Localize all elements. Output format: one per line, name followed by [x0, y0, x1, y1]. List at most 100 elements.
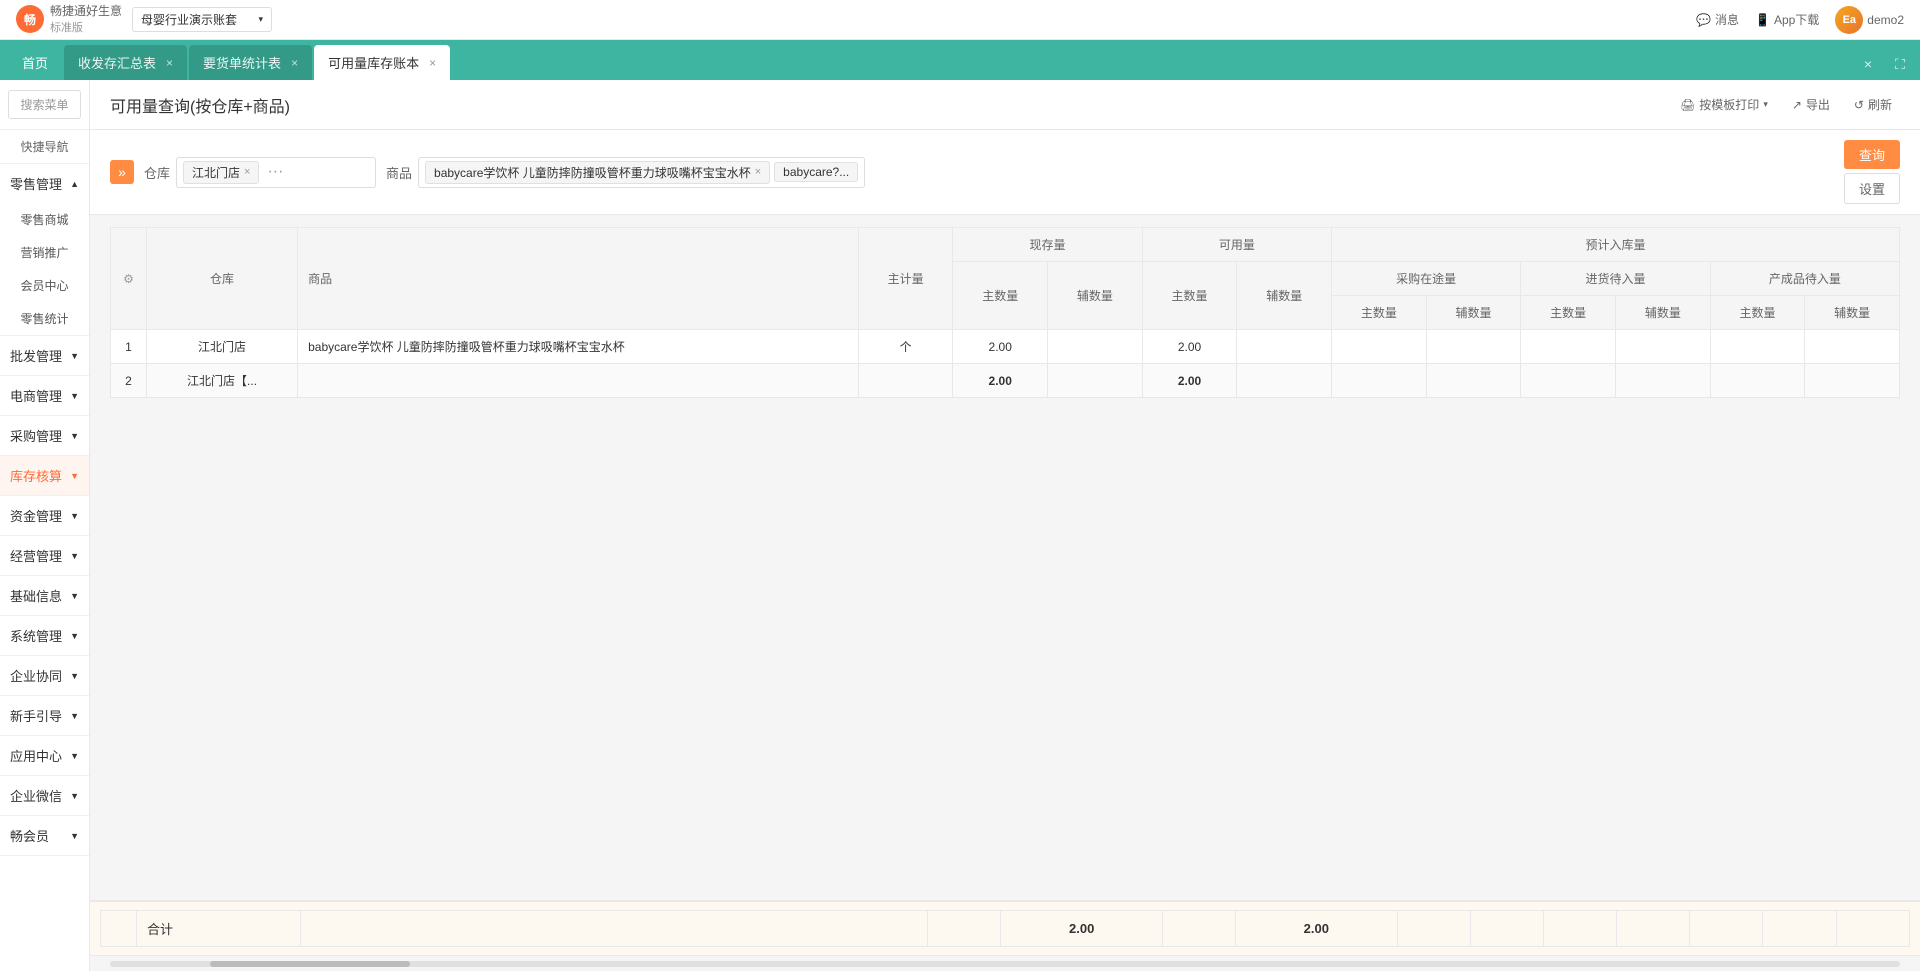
page-header-actions: 🖨 按模板打印 ▾ ↗ 导出 ↺ 刷新 [1672, 92, 1900, 117]
scrollbar-thumb[interactable] [210, 961, 410, 967]
th-settings[interactable]: ⚙ [111, 228, 147, 330]
sidebar-group-wecom-header[interactable]: 企业微信 ▼ [0, 776, 89, 815]
footer-row: 合计 2.00 2.00 [101, 911, 1910, 947]
tab-available-stock[interactable]: 可用量库存账本 × [314, 45, 450, 80]
row-2-finished-main [1710, 364, 1805, 398]
close-tab-receipts[interactable]: × [166, 56, 173, 70]
sidebar-item-members[interactable]: 会员中心 [0, 269, 89, 302]
sidebar-group-operations-header[interactable]: 经营管理 ▼ [0, 536, 89, 575]
footer-available-sub-total [1397, 911, 1470, 947]
message-btn[interactable]: 💬 消息 [1696, 11, 1739, 28]
sidebar-group-ecommerce-header[interactable]: 电商管理 ▼ [0, 376, 89, 415]
sidebar-group-wholesale-header[interactable]: 批发管理 ▼ [0, 336, 89, 375]
sidebar-group-enterprise: 企业协同 ▼ [0, 656, 89, 696]
tab-home[interactable]: 首页 [8, 45, 62, 80]
sidebar-group-guide-header[interactable]: 新手引导 ▼ [0, 696, 89, 735]
sidebar-group-member-header[interactable]: 畅会员 ▼ [0, 816, 89, 855]
refresh-icon: ↺ [1854, 98, 1864, 112]
warehouse-more-btn[interactable]: ··· [263, 163, 287, 181]
row-2-purchase-main [1332, 364, 1427, 398]
app-download-btn[interactable]: 📱 App下载 [1755, 11, 1819, 28]
th-available-sub: 辅数量 [1237, 262, 1332, 330]
chevron-down-icon: ▼ [70, 431, 79, 441]
warehouse-input-container[interactable]: 江北门店 × ··· [176, 157, 376, 188]
chevron-down-icon: ▼ [70, 511, 79, 521]
sidebar-group-wecom: 企业微信 ▼ [0, 776, 89, 816]
close-all-btn[interactable]: × [1856, 52, 1880, 76]
sidebar-group-retail: 零售管理 ▲ 零售商城 营销推广 会员中心 零售统计 [0, 164, 89, 336]
footer-table: 合计 2.00 2.00 [100, 910, 1910, 947]
sidebar-group-system-header[interactable]: 系统管理 ▼ [0, 616, 89, 655]
sidebar-group-inventory-header[interactable]: 库存核算 ▼ [0, 456, 89, 495]
close-tab-order-stats[interactable]: × [291, 56, 298, 70]
th-warehouse: 仓库 [147, 228, 298, 330]
product-tag1-close[interactable]: × [755, 166, 761, 178]
table-row: 1 江北门店 babycare学饮杯 儿童防摔防撞吸管杯重力球吸嘴杯宝宝水杯 个… [111, 330, 1900, 364]
th-purchase-transit-main: 主数量 [1332, 296, 1427, 330]
print-template-btn[interactable]: 🖨 按模板打印 ▾ [1672, 92, 1776, 117]
sidebar: 搜索菜单 快捷导航 零售管理 ▲ 零售商城 营销推广 会员中心 零售统计 批发管… [0, 80, 90, 971]
chevron-down-icon: ▾ [1763, 99, 1768, 110]
refresh-btn[interactable]: ↺ 刷新 [1846, 92, 1900, 117]
sidebar-quick-nav[interactable]: 快捷导航 [0, 130, 89, 164]
settings-icon[interactable]: ⚙ [123, 272, 134, 286]
chevron-down-icon: ▼ [70, 351, 79, 361]
query-button[interactable]: 查询 [1844, 140, 1900, 169]
product-input-container[interactable]: babycare学饮杯 儿童防摔防撞吸管杯重力球吸嘴杯宝宝水杯 × babyca… [418, 157, 865, 188]
th-finished-sub: 辅数量 [1805, 296, 1900, 330]
th-purchase-transit-group: 采购在途量 [1332, 262, 1521, 296]
expand-btn[interactable]: ⛶ [1888, 52, 1912, 76]
warehouse-tag-close[interactable]: × [244, 166, 250, 178]
sidebar-group-basic-header[interactable]: 基础信息 ▼ [0, 576, 89, 615]
sidebar-group-enterprise-header[interactable]: 企业协同 ▼ [0, 656, 89, 695]
footer-purchase-main-total [1470, 911, 1543, 947]
chevron-down-icon: ▼ [70, 711, 79, 721]
sidebar-group-retail-header[interactable]: 零售管理 ▲ [0, 164, 89, 203]
tab-order-stats[interactable]: 要货单统计表 × [189, 45, 312, 80]
sidebar-group-wholesale: 批发管理 ▼ [0, 336, 89, 376]
th-current-stock-group: 现存量 [953, 228, 1142, 262]
filter-expand-btn[interactable]: » [110, 160, 134, 184]
sidebar-group-appstore-header[interactable]: 应用中心 ▼ [0, 736, 89, 775]
row-1-available-main: 2.00 [1142, 330, 1237, 364]
th-stock-main: 主数量 [953, 262, 1048, 330]
logo-text: 畅捷通好生意 [50, 4, 122, 18]
footer-stock-main-total: 2.00 [1001, 911, 1162, 947]
user-area[interactable]: Ea demo2 [1835, 6, 1904, 34]
scrollbar-track[interactable] [110, 961, 1900, 967]
warehouse-label: 仓库 [144, 163, 170, 182]
industry-select[interactable]: 母婴行业演示账套 ▾ [132, 7, 272, 32]
chevron-down-icon: ▼ [70, 471, 79, 481]
th-product: 商品 [298, 228, 859, 330]
row-1-stock-main: 2.00 [953, 330, 1048, 364]
sidebar-item-marketing[interactable]: 营销推广 [0, 236, 89, 269]
chevron-down-icon: ▼ [70, 751, 79, 761]
row-2-available-main: 2.00 [1142, 364, 1237, 398]
chevron-down-icon: ▼ [70, 631, 79, 641]
message-icon: 💬 [1696, 13, 1711, 27]
logo-icon: 畅 [16, 5, 44, 33]
sidebar-item-retail-stats[interactable]: 零售统计 [0, 302, 89, 335]
sidebar-item-retail-store[interactable]: 零售商城 [0, 203, 89, 236]
table-container: ⚙ 仓库 商品 主计量 现存量 可用量 预计入库量 主数量 辅数量 主数量 辅数… [90, 215, 1920, 900]
row-2-product [298, 364, 859, 398]
th-incoming-sub: 辅数量 [1616, 296, 1711, 330]
settings-button[interactable]: 设置 [1844, 173, 1900, 204]
top-bar-left: 畅 畅捷通好生意 标准版 母婴行业演示账套 ▾ [16, 4, 272, 34]
row-2-incoming-sub [1616, 364, 1711, 398]
product-filter: 商品 babycare学饮杯 儿童防摔防撞吸管杯重力球吸嘴杯宝宝水杯 × bab… [386, 157, 865, 188]
sidebar-search-btn[interactable]: 搜索菜单 [8, 90, 81, 119]
row-2-unit [858, 364, 953, 398]
row-1-purchase-main [1332, 330, 1427, 364]
footer-finished-main-total [1763, 911, 1836, 947]
footer-empty-settings [101, 911, 137, 947]
chevron-down-icon: ▼ [70, 391, 79, 401]
tab-receipts[interactable]: 收发存汇总表 × [64, 45, 187, 80]
sidebar-search-area: 搜索菜单 [0, 80, 89, 130]
close-tab-available-stock[interactable]: × [429, 56, 436, 70]
row-1-num: 1 [111, 330, 147, 364]
export-btn[interactable]: ↗ 导出 [1784, 92, 1838, 117]
sidebar-group-finance-header[interactable]: 资金管理 ▼ [0, 496, 89, 535]
sidebar-group-purchase-header[interactable]: 采购管理 ▼ [0, 416, 89, 455]
warehouse-tag: 江北门店 × [183, 161, 259, 184]
